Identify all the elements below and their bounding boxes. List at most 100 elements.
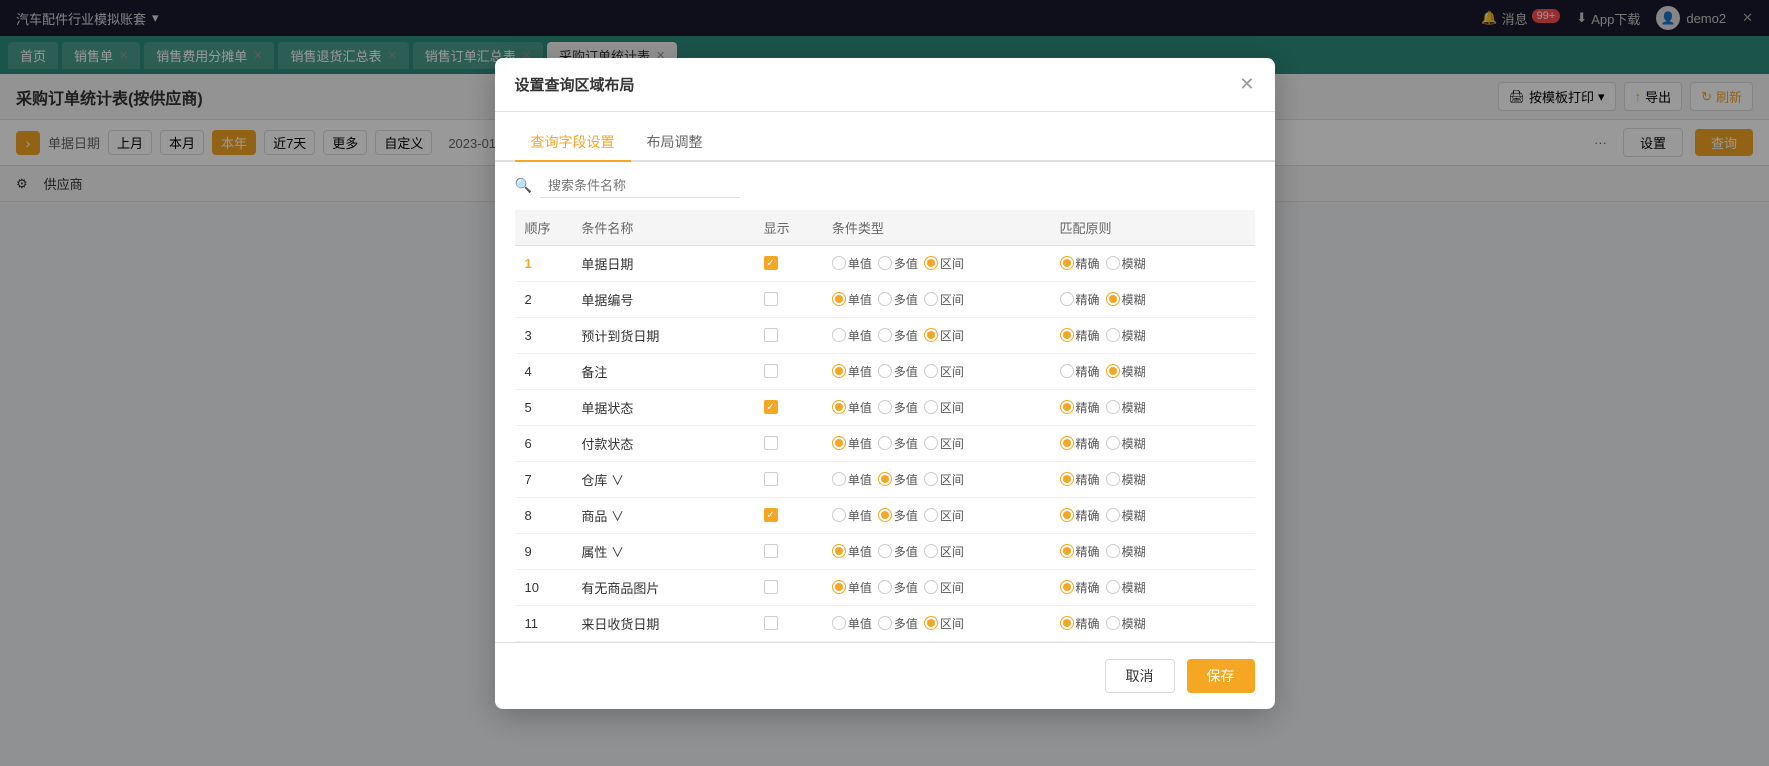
radio-match-精确-0[interactable]: 精确 bbox=[1060, 255, 1100, 272]
radio-type-单值-10[interactable]: 单值 bbox=[832, 615, 872, 632]
checkbox-6[interactable] bbox=[764, 472, 778, 486]
radio-match-模糊-1[interactable]: 模糊 bbox=[1106, 291, 1146, 308]
radio-match-精确-9[interactable]: 精确 bbox=[1060, 579, 1100, 596]
radio-circle-type-区间-7[interactable] bbox=[924, 508, 938, 522]
radio-type-单值-7[interactable]: 单值 bbox=[832, 507, 872, 524]
radio-type-单值-6[interactable]: 单值 bbox=[832, 471, 872, 488]
radio-match-精确-1[interactable]: 精确 bbox=[1060, 291, 1100, 308]
radio-type-区间-1[interactable]: 区间 bbox=[924, 291, 964, 308]
radio-type-多值-8[interactable]: 多值 bbox=[878, 543, 918, 560]
radio-circle-match-模糊-0[interactable] bbox=[1106, 256, 1120, 270]
radio-type-区间-9[interactable]: 区间 bbox=[924, 579, 964, 596]
checkbox-0[interactable]: ✓ bbox=[764, 256, 778, 270]
row-match-6[interactable]: 精确模糊 bbox=[1050, 461, 1255, 497]
modal-tab-query-fields[interactable]: 查询字段设置 bbox=[515, 124, 631, 162]
row-display-7[interactable]: ✓ bbox=[754, 497, 822, 533]
radio-circle-type-区间-3[interactable] bbox=[924, 364, 938, 378]
radio-match-模糊-8[interactable]: 模糊 bbox=[1106, 543, 1146, 560]
radio-type-单值-1[interactable]: 单值 bbox=[832, 291, 872, 308]
radio-type-区间-3[interactable]: 区间 bbox=[924, 363, 964, 380]
row-match-5[interactable]: 精确模糊 bbox=[1050, 425, 1255, 461]
radio-type-多值-0[interactable]: 多值 bbox=[878, 255, 918, 272]
row-display-3[interactable] bbox=[754, 353, 822, 389]
radio-circle-type-区间-2[interactable] bbox=[924, 328, 938, 342]
row-display-8[interactable] bbox=[754, 533, 822, 569]
radio-circle-match-模糊-9[interactable] bbox=[1106, 580, 1120, 594]
radio-circle-match-模糊-4[interactable] bbox=[1106, 400, 1120, 414]
checkbox-3[interactable] bbox=[764, 364, 778, 378]
radio-circle-match-精确-7[interactable] bbox=[1060, 508, 1074, 522]
radio-circle-match-精确-8[interactable] bbox=[1060, 544, 1074, 558]
radio-type-多值-5[interactable]: 多值 bbox=[878, 435, 918, 452]
row-display-1[interactable] bbox=[754, 281, 822, 317]
checkbox-9[interactable] bbox=[764, 580, 778, 594]
radio-circle-match-精确-0[interactable] bbox=[1060, 256, 1074, 270]
radio-type-区间-6[interactable]: 区间 bbox=[924, 471, 964, 488]
radio-circle-type-区间-9[interactable] bbox=[924, 580, 938, 594]
radio-circle-match-模糊-7[interactable] bbox=[1106, 508, 1120, 522]
radio-circle-type-多值-7[interactable] bbox=[878, 508, 892, 522]
row-display-10[interactable] bbox=[754, 605, 822, 641]
radio-type-多值-9[interactable]: 多值 bbox=[878, 579, 918, 596]
row-type-5[interactable]: 单值多值区间 bbox=[822, 425, 1050, 461]
radio-type-单值-2[interactable]: 单值 bbox=[832, 327, 872, 344]
radio-circle-type-单值-10[interactable] bbox=[832, 616, 846, 630]
row-type-9[interactable]: 单值多值区间 bbox=[822, 569, 1050, 605]
radio-circle-match-精确-5[interactable] bbox=[1060, 436, 1074, 450]
radio-type-多值-7[interactable]: 多值 bbox=[878, 507, 918, 524]
row-display-4[interactable]: ✓ bbox=[754, 389, 822, 425]
radio-type-多值-2[interactable]: 多值 bbox=[878, 327, 918, 344]
radio-circle-type-单值-9[interactable] bbox=[832, 580, 846, 594]
row-match-9[interactable]: 精确模糊 bbox=[1050, 569, 1255, 605]
checkbox-10[interactable] bbox=[764, 616, 778, 630]
radio-type-区间-4[interactable]: 区间 bbox=[924, 399, 964, 416]
radio-circle-match-精确-9[interactable] bbox=[1060, 580, 1074, 594]
radio-type-区间-8[interactable]: 区间 bbox=[924, 543, 964, 560]
radio-circle-type-多值-2[interactable] bbox=[878, 328, 892, 342]
radio-circle-match-精确-2[interactable] bbox=[1060, 328, 1074, 342]
radio-type-单值-5[interactable]: 单值 bbox=[832, 435, 872, 452]
radio-circle-type-区间-10[interactable] bbox=[924, 616, 938, 630]
radio-type-单值-4[interactable]: 单值 bbox=[832, 399, 872, 416]
radio-match-模糊-3[interactable]: 模糊 bbox=[1106, 363, 1146, 380]
radio-type-多值-4[interactable]: 多值 bbox=[878, 399, 918, 416]
radio-circle-type-多值-4[interactable] bbox=[878, 400, 892, 414]
radio-type-单值-3[interactable]: 单值 bbox=[832, 363, 872, 380]
radio-match-精确-3[interactable]: 精确 bbox=[1060, 363, 1100, 380]
radio-circle-match-模糊-3[interactable] bbox=[1106, 364, 1120, 378]
radio-type-区间-7[interactable]: 区间 bbox=[924, 507, 964, 524]
radio-type-区间-10[interactable]: 区间 bbox=[924, 615, 964, 632]
radio-circle-type-单值-4[interactable] bbox=[832, 400, 846, 414]
row-display-0[interactable]: ✓ bbox=[754, 245, 822, 281]
radio-match-模糊-4[interactable]: 模糊 bbox=[1106, 399, 1146, 416]
modal-tab-layout[interactable]: 布局调整 bbox=[631, 124, 719, 162]
checkbox-1[interactable] bbox=[764, 292, 778, 306]
row-match-4[interactable]: 精确模糊 bbox=[1050, 389, 1255, 425]
checkbox-8[interactable] bbox=[764, 544, 778, 558]
row-type-4[interactable]: 单值多值区间 bbox=[822, 389, 1050, 425]
radio-circle-type-多值-5[interactable] bbox=[878, 436, 892, 450]
radio-circle-type-区间-6[interactable] bbox=[924, 472, 938, 486]
row-type-3[interactable]: 单值多值区间 bbox=[822, 353, 1050, 389]
radio-type-单值-9[interactable]: 单值 bbox=[832, 579, 872, 596]
radio-match-精确-8[interactable]: 精确 bbox=[1060, 543, 1100, 560]
row-type-7[interactable]: 单值多值区间 bbox=[822, 497, 1050, 533]
radio-circle-match-精确-6[interactable] bbox=[1060, 472, 1074, 486]
radio-circle-type-单值-0[interactable] bbox=[832, 256, 846, 270]
radio-circle-type-单值-6[interactable] bbox=[832, 472, 846, 486]
radio-match-模糊-5[interactable]: 模糊 bbox=[1106, 435, 1146, 452]
radio-circle-match-精确-10[interactable] bbox=[1060, 616, 1074, 630]
row-type-0[interactable]: 单值多值区间 bbox=[822, 245, 1050, 281]
radio-circle-type-多值-6[interactable] bbox=[878, 472, 892, 486]
radio-circle-type-多值-0[interactable] bbox=[878, 256, 892, 270]
radio-type-区间-5[interactable]: 区间 bbox=[924, 435, 964, 452]
cancel-button[interactable]: 取消 bbox=[1105, 659, 1175, 693]
radio-circle-type-区间-4[interactable] bbox=[924, 400, 938, 414]
row-display-5[interactable] bbox=[754, 425, 822, 461]
radio-match-模糊-7[interactable]: 模糊 bbox=[1106, 507, 1146, 524]
row-match-10[interactable]: 精确模糊 bbox=[1050, 605, 1255, 641]
radio-circle-type-单值-7[interactable] bbox=[832, 508, 846, 522]
radio-circle-match-模糊-2[interactable] bbox=[1106, 328, 1120, 342]
radio-circle-match-模糊-1[interactable] bbox=[1106, 292, 1120, 306]
radio-circle-type-单值-2[interactable] bbox=[832, 328, 846, 342]
